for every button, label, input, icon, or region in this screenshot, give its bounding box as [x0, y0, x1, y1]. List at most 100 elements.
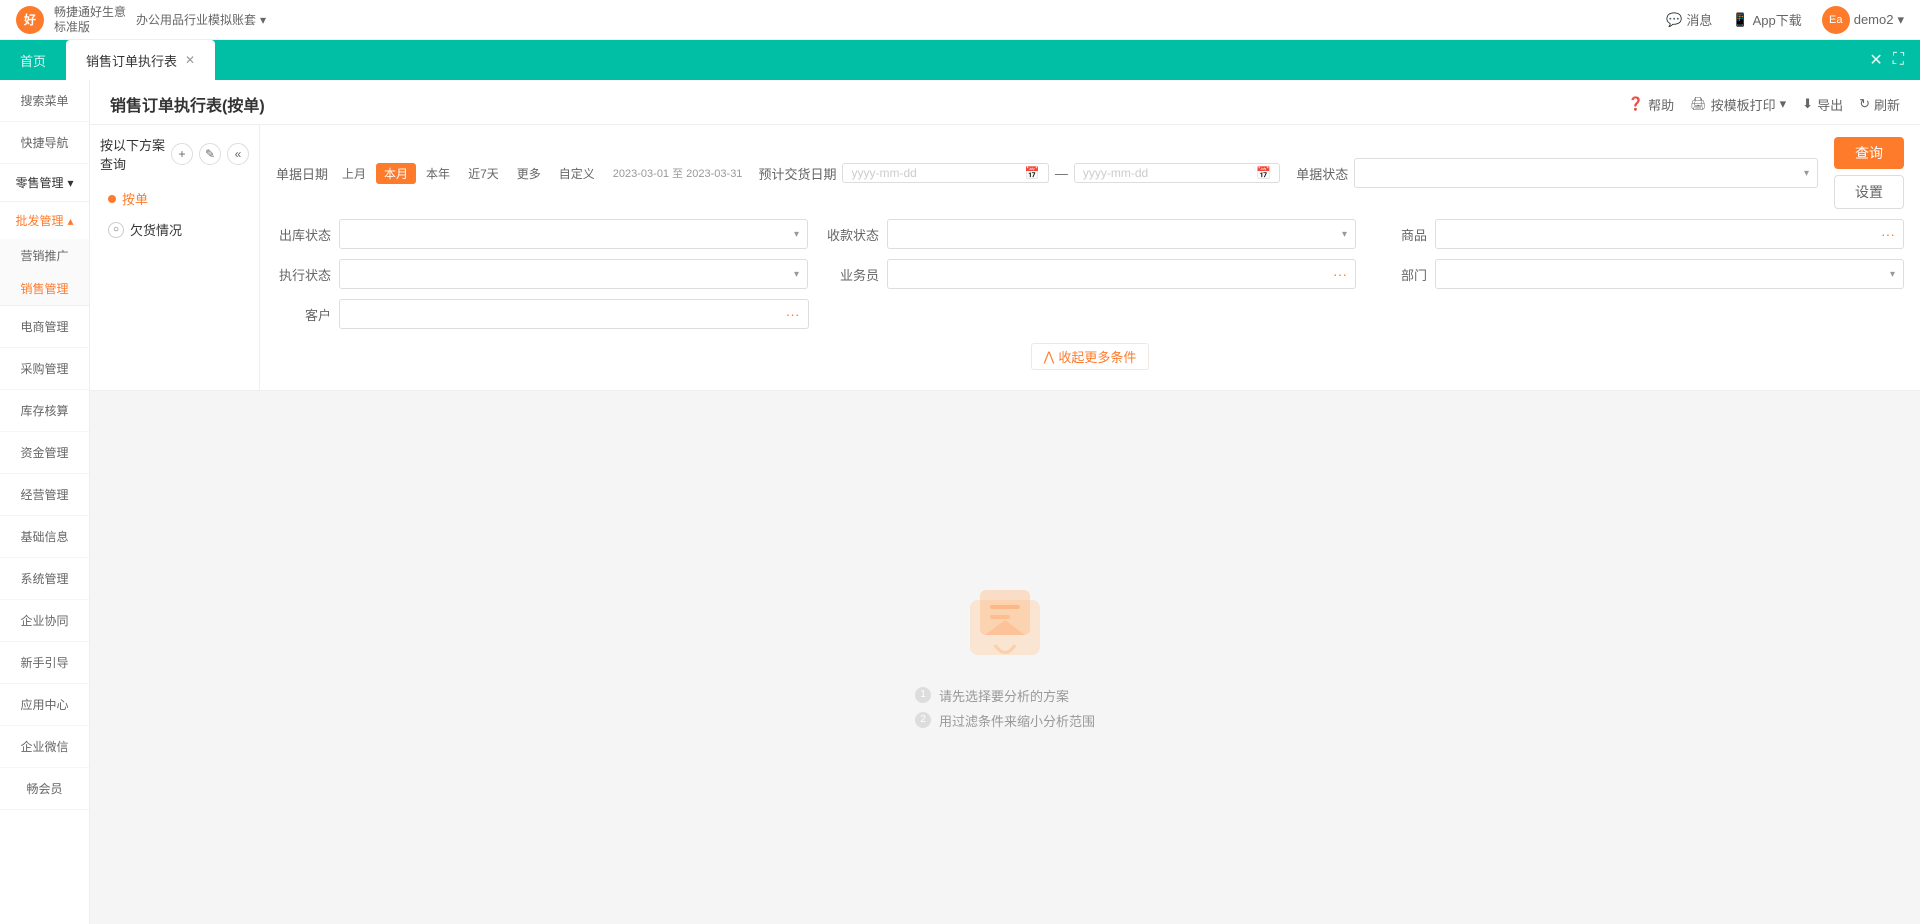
customer-label: 客户	[276, 305, 331, 324]
filters-area: 按以下方案查询 + ✎ « 按单	[90, 125, 1920, 391]
user-menu[interactable]: Ea demo2 ▾	[1822, 6, 1904, 34]
outbound-status-label: 出库状态	[276, 225, 331, 244]
date-tab-this-year[interactable]: 本年	[418, 163, 458, 184]
sidebar-sub-sales[interactable]: 销售管理	[0, 272, 89, 305]
date-tab-7days[interactable]: 近7天	[460, 163, 507, 184]
sidebar-item-basic[interactable]: 基础信息	[0, 516, 89, 558]
payment-status-select[interactable]: ▾	[887, 219, 1356, 249]
expected-date-end[interactable]: yyyy-mm-dd 📅	[1074, 163, 1280, 183]
expected-date-label: 预计交货日期	[758, 164, 836, 183]
salesperson-input[interactable]: ···	[887, 259, 1356, 289]
tab-close-all-icon[interactable]: ✕	[1869, 50, 1882, 70]
query-button[interactable]: 查询	[1834, 137, 1904, 169]
scheme-item-order-label: 按单	[122, 189, 148, 208]
sidebar-item-search[interactable]: 搜索菜单	[0, 80, 89, 122]
product-input[interactable]: ···	[1435, 219, 1904, 249]
help-btn[interactable]: ❓ 帮助	[1628, 95, 1674, 114]
step2-text: 用过滤条件来缩小分析范围	[939, 711, 1095, 730]
payment-status-chevron: ▾	[1342, 229, 1347, 240]
sidebar-item-newbie[interactable]: 新手引导	[0, 642, 89, 684]
sidebar-item-collab[interactable]: 企业协同	[0, 600, 89, 642]
tab-close-icon[interactable]: ✕	[185, 53, 195, 67]
collapse-btn[interactable]: ⋀ 收起更多条件	[1031, 343, 1150, 370]
empty-step2: 2 用过滤条件来缩小分析范围	[915, 711, 1095, 730]
sidebar-item-purchase[interactable]: 采购管理	[0, 348, 89, 390]
scheme-edit-icon: ✎	[205, 147, 215, 161]
date-tab-more[interactable]: 更多	[509, 163, 549, 184]
user-dropdown-icon: ▾	[1897, 12, 1904, 28]
sidebar-item-system[interactable]: 系统管理	[0, 558, 89, 600]
scheme-edit-btn[interactable]: ✎	[199, 143, 221, 165]
sidebar-operations-label: 经营管理	[20, 488, 68, 502]
sidebar-ecommerce-label: 电商管理	[20, 320, 68, 334]
customer-input[interactable]: ···	[339, 299, 809, 329]
refresh-btn[interactable]: ↻ 刷新	[1859, 95, 1900, 114]
sidebar-wholesale-label: 批发管理	[15, 212, 63, 229]
print-btn[interactable]: 🖨 按模板打印 ▾	[1690, 95, 1786, 114]
sidebar-item-wechat[interactable]: 企业微信	[0, 726, 89, 768]
exec-status-select[interactable]: ▾	[339, 259, 808, 289]
content: 销售订单执行表(按单) ❓ 帮助 🖨 按模板打印 ▾ ⬇ 导出 ↻ 刷新	[90, 80, 1920, 924]
scheme-title: 按以下方案查询	[100, 135, 165, 173]
product-label: 商品	[1372, 225, 1427, 244]
scheme-collapse-btn[interactable]: «	[227, 143, 249, 165]
sidebar-item-operations[interactable]: 经营管理	[0, 474, 89, 516]
app-download-label: App下载	[1753, 10, 1802, 29]
sidebar-wechat-label: 企业微信	[20, 740, 68, 754]
sidebar-item-appstore[interactable]: 应用中心	[0, 684, 89, 726]
status-select[interactable]: ▾	[1354, 158, 1818, 188]
date-tab-custom[interactable]: 自定义	[551, 163, 603, 184]
payment-status-field: 收款状态 ▾	[824, 219, 1356, 249]
scheme-add-btn[interactable]: +	[171, 143, 193, 165]
calendar-icon-end: 📅	[1256, 166, 1271, 180]
sidebar-item-retail[interactable]: 零售管理 ▾	[0, 164, 89, 201]
settings-button[interactable]: 设置	[1834, 175, 1904, 209]
tab-home-label: 首页	[20, 51, 46, 70]
refresh-label: 刷新	[1874, 95, 1900, 114]
sidebar-item-ecommerce[interactable]: 电商管理	[0, 306, 89, 348]
outbound-status-select[interactable]: ▾	[339, 219, 808, 249]
sidebar-item-member[interactable]: 畅会员	[0, 768, 89, 810]
scheme-add-icon: +	[178, 147, 185, 161]
empty-illustration	[955, 580, 1055, 670]
sidebar-sub-marketing[interactable]: 营销推广	[0, 239, 89, 272]
logo-text: 畅捷通好生意 标准版	[54, 5, 126, 34]
collapse-icon: ⋀	[1044, 349, 1055, 365]
date-range-text: 2023-03-01 至 2023-03-31	[613, 165, 743, 181]
sidebar-finance-label: 资金管理	[20, 446, 68, 460]
phone-icon: 📱	[1732, 12, 1748, 28]
payment-status-label: 收款状态	[824, 225, 879, 244]
filter-row-2: 出库状态 ▾ 收款状态 ▾ 商品	[276, 219, 1904, 249]
message-btn[interactable]: 💬 消息	[1666, 10, 1712, 29]
tabbar-actions: ✕ ⛶	[1869, 50, 1920, 70]
date-separator: —	[1055, 166, 1068, 181]
scheme-actions: + ✎ «	[171, 143, 249, 165]
expected-date-start-placeholder: yyyy-mm-dd	[851, 166, 916, 180]
filter-row-3: 执行状态 ▾ 业务员 ··· 部门	[276, 259, 1904, 289]
customer-dots-icon: ···	[786, 306, 800, 322]
logo-icon: 好	[16, 6, 44, 34]
department-select[interactable]: ▾	[1435, 259, 1904, 289]
sidebar-group-retail: 零售管理 ▾	[0, 164, 89, 202]
sidebar-item-wholesale[interactable]: 批发管理 ▴	[0, 202, 89, 239]
tab-fullscreen-icon[interactable]: ⛶	[1893, 51, 1904, 69]
tab-home[interactable]: 首页	[0, 40, 66, 80]
sidebar-item-quicknav[interactable]: 快捷导航	[0, 122, 89, 164]
industry-selector[interactable]: 办公用品行业模拟账套 ▾	[136, 11, 266, 28]
tab-sales-order[interactable]: 销售订单执行表 ✕	[66, 40, 215, 80]
export-btn[interactable]: ⬇ 导出	[1802, 95, 1843, 114]
sidebar-item-finance[interactable]: 资金管理	[0, 432, 89, 474]
date-tab-this-month[interactable]: 本月	[376, 163, 416, 184]
department-field: 部门 ▾	[1372, 259, 1904, 289]
sidebar-sales-label: 销售管理	[20, 282, 68, 296]
app-download-btn[interactable]: 📱 App下载	[1732, 10, 1801, 29]
scheme-item-backorder[interactable]: ○ 欠货情况	[100, 214, 249, 245]
date-tab-last-month[interactable]: 上月	[334, 163, 374, 184]
scheme-item-order[interactable]: 按单	[100, 183, 249, 214]
status-chevron-icon: ▾	[1804, 168, 1809, 179]
expected-date-start[interactable]: yyyy-mm-dd 📅	[842, 163, 1048, 183]
sidebar-item-inventory[interactable]: 库存核算	[0, 390, 89, 432]
customer-field: 客户 ···	[276, 299, 809, 329]
expected-date-field: 预计交货日期 yyyy-mm-dd 📅 — yyyy-mm-dd 📅	[758, 163, 1280, 183]
help-icon: ❓	[1628, 96, 1644, 112]
